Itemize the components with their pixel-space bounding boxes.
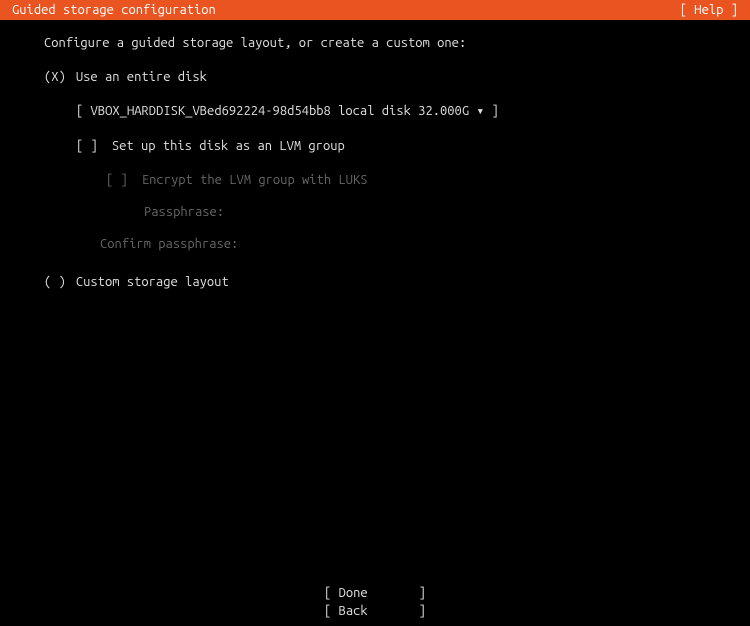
- title-text: Guided storage configuration: [12, 0, 216, 20]
- label-use-entire-disk: Use an entire disk: [76, 70, 207, 84]
- instruction-text: Configure a guided storage layout, or cr…: [44, 36, 706, 50]
- option-custom-layout[interactable]: ( ) Custom storage layout: [44, 275, 706, 289]
- back-button[interactable]: [ Back ]: [324, 604, 426, 618]
- option-lvm[interactable]: [ ] Set up this disk as an LVM group: [44, 139, 706, 153]
- label-lvm: Set up this disk as an LVM group: [112, 139, 345, 153]
- main-content: Configure a guided storage layout, or cr…: [0, 20, 750, 305]
- label-custom: Custom storage layout: [76, 275, 229, 289]
- option-encrypt: [ ] Encrypt the LVM group with LUKS: [44, 173, 706, 187]
- label-encrypt: Encrypt the LVM group with LUKS: [142, 173, 368, 187]
- label-confirm-passphrase: Confirm passphrase:: [100, 237, 238, 251]
- radio-use-entire-disk[interactable]: (X): [44, 70, 66, 84]
- label-passphrase: Passphrase:: [144, 205, 224, 219]
- title-bar: Guided storage configuration [ Help ]: [0, 0, 750, 20]
- done-button[interactable]: [ Done ]: [324, 586, 426, 600]
- confirm-passphrase-row: Confirm passphrase:: [44, 237, 706, 251]
- checkbox-lvm[interactable]: [ ]: [76, 139, 98, 153]
- option-use-entire-disk[interactable]: (X) Use an entire disk: [44, 70, 706, 84]
- help-button[interactable]: [ Help ]: [680, 0, 738, 20]
- footer-buttons: [ Done ] [ Back ]: [0, 584, 750, 620]
- passphrase-row: Passphrase:: [44, 205, 706, 219]
- checkbox-encrypt: [ ]: [106, 173, 128, 187]
- disk-select-row[interactable]: [ VBOX_HARDDISK_VBed692224-98d54bb8 loca…: [44, 104, 706, 119]
- disk-dropdown[interactable]: [ VBOX_HARDDISK_VBed692224-98d54bb8 loca…: [76, 104, 499, 118]
- radio-custom[interactable]: ( ): [44, 275, 66, 289]
